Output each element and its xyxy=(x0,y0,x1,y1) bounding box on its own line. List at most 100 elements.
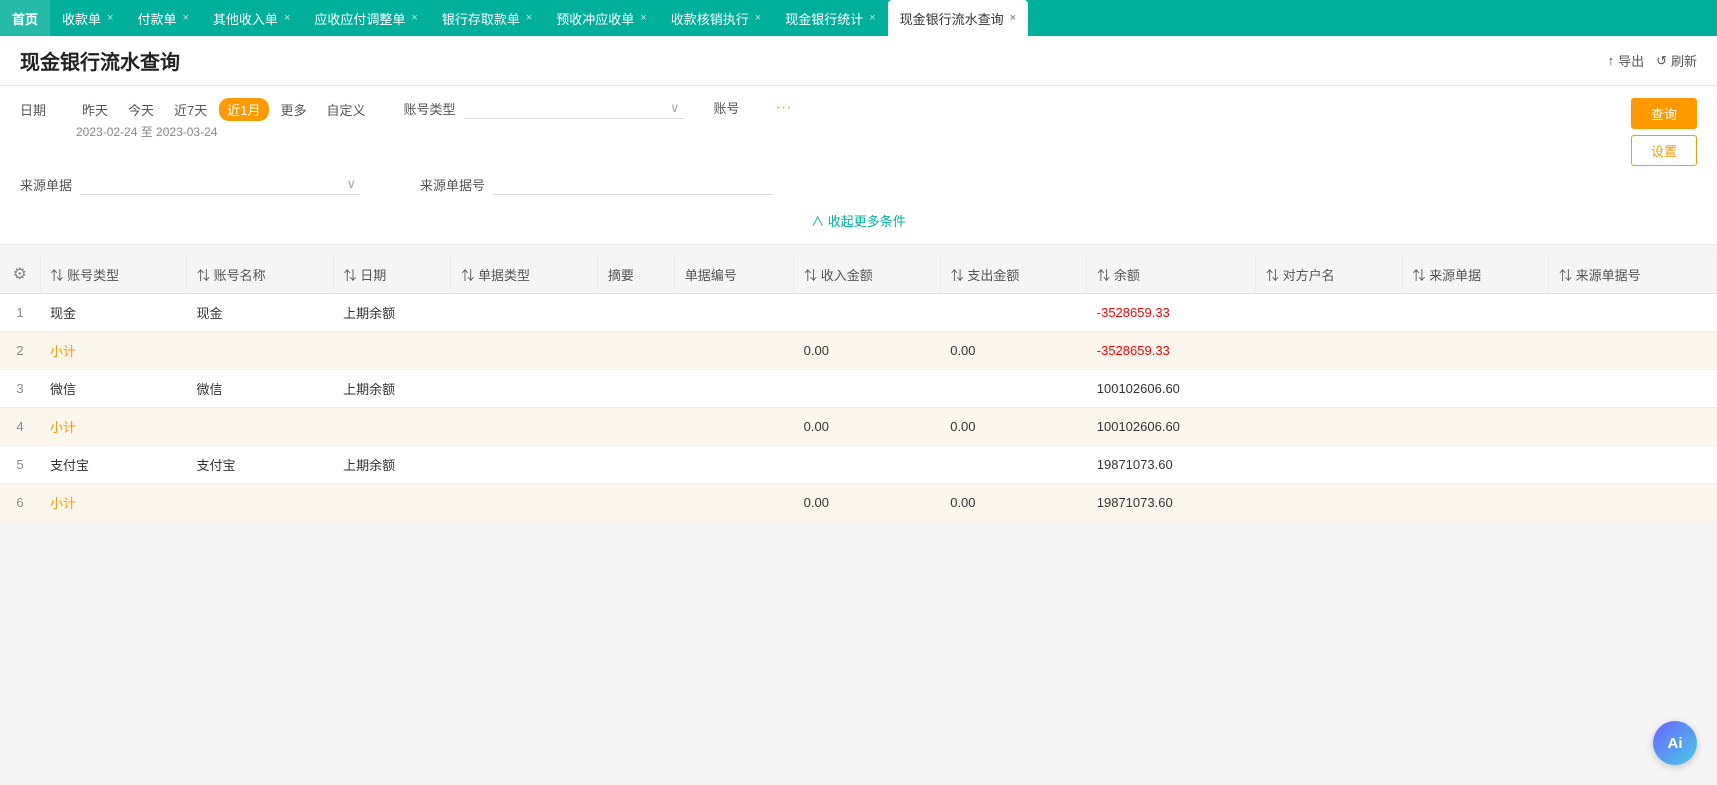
ai-badge-button[interactable]: Ai xyxy=(1653,721,1697,765)
nav-other-income-label: 其他收入单 xyxy=(213,9,278,28)
nav-item-cash-stats[interactable]: 现金银行统计 × xyxy=(773,0,887,36)
nav-prepay-close[interactable]: × xyxy=(640,12,646,24)
table-cell xyxy=(794,446,941,484)
table-cell xyxy=(451,408,598,446)
table-cell: 小计 xyxy=(40,332,187,370)
th-account-type[interactable]: ⇅ 账号类型 xyxy=(40,255,187,294)
source-doc-no-label: 来源单据号 xyxy=(420,175,485,194)
table-cell: 现金 xyxy=(187,294,334,332)
nav-item-ar-ap-adjust[interactable]: 应收应付调整单 × xyxy=(302,0,429,36)
th-settings[interactable]: ⚙ xyxy=(0,255,40,294)
table-cell xyxy=(597,484,674,522)
query-button[interactable]: 查询 xyxy=(1631,98,1697,129)
account-type-select[interactable]: ∨ xyxy=(464,98,684,119)
export-button[interactable]: ↑ 导出 xyxy=(1608,51,1645,70)
nav-item-bank-deposit[interactable]: 银行存取款单 × xyxy=(430,0,544,36)
nav-receipt-close[interactable]: × xyxy=(107,12,113,24)
table-cell: 上期余额 xyxy=(333,446,451,484)
date-opt-custom[interactable]: 自定义 xyxy=(319,98,374,121)
nav-cash-flow-label: 现金银行流水查询 xyxy=(900,9,1004,28)
table-cell: 微信 xyxy=(40,370,187,408)
th-summary-label: 摘要 xyxy=(608,268,634,283)
account-type-label: 账号类型 xyxy=(404,99,456,118)
date-opt-7days[interactable]: 近7天 xyxy=(166,98,215,121)
nav-cash-flow-close[interactable]: × xyxy=(1010,12,1016,24)
table-cell: 100102606.60 xyxy=(1087,408,1256,446)
table-cell: 0.00 xyxy=(794,332,941,370)
nav-item-home[interactable]: 首页 xyxy=(0,0,50,36)
nav-bank-deposit-close[interactable]: × xyxy=(526,12,532,24)
table-cell: 19871073.60 xyxy=(1087,446,1256,484)
nav-payment-close[interactable]: × xyxy=(182,12,188,24)
table-cell xyxy=(451,484,598,522)
table-cell xyxy=(597,332,674,370)
table-cell xyxy=(187,408,334,446)
nav-item-prepay[interactable]: 预收冲应收单 × xyxy=(544,0,658,36)
refresh-button[interactable]: ↺ 刷新 xyxy=(1656,51,1697,70)
table-cell xyxy=(1402,294,1549,332)
table-cell xyxy=(597,446,674,484)
th-source-doc-no-label: ⇅ 来源单据号 xyxy=(1559,268,1641,283)
nav-cash-stats-close[interactable]: × xyxy=(869,12,875,24)
date-opt-more[interactable]: 更多 xyxy=(273,98,315,121)
nav-cash-stats-label: 现金银行统计 xyxy=(785,9,863,28)
th-counterparty[interactable]: ⇅ 对方户名 xyxy=(1255,255,1402,294)
page-title: 现金银行流水查询 xyxy=(20,46,180,75)
date-opt-1month[interactable]: 近1月 xyxy=(219,98,268,121)
th-income-label: ⇅ 收入金额 xyxy=(804,268,873,283)
settings-button[interactable]: 设置 xyxy=(1631,135,1697,166)
table-cell xyxy=(451,446,598,484)
table-cell xyxy=(1549,332,1717,370)
table-row: 4小计0.000.00100102606.60 xyxy=(0,408,1717,446)
table-settings-icon[interactable]: ⚙ xyxy=(13,266,27,283)
th-account-name[interactable]: ⇅ 账号名称 xyxy=(187,255,334,294)
source-doc-no-input[interactable] xyxy=(493,175,773,195)
nav-item-receipt[interactable]: 收款单 × xyxy=(50,0,125,36)
nav-write-off-close[interactable]: × xyxy=(755,12,761,24)
th-date[interactable]: ⇅ 日期 xyxy=(333,255,451,294)
nav-item-write-off[interactable]: 收款核销执行 × xyxy=(659,0,773,36)
th-balance[interactable]: ⇅ 余额 xyxy=(1087,255,1256,294)
table-row: 5支付宝支付宝上期余额19871073.60 xyxy=(0,446,1717,484)
table-cell xyxy=(674,294,793,332)
nav-prepay-label: 预收冲应收单 xyxy=(556,9,634,28)
th-expense[interactable]: ⇅ 支出金额 xyxy=(940,255,1087,294)
table-cell: 0.00 xyxy=(940,408,1087,446)
date-opt-today[interactable]: 今天 xyxy=(120,98,162,121)
table-cell xyxy=(451,370,598,408)
nav-item-other-income[interactable]: 其他收入单 × xyxy=(201,0,302,36)
nav-payment-label: 付款单 xyxy=(137,9,176,28)
nav-other-income-close[interactable]: × xyxy=(284,12,290,24)
th-source-doc[interactable]: ⇅ 来源单据 xyxy=(1402,255,1549,294)
collapse-bar[interactable]: ∧ 收起更多条件 xyxy=(20,207,1697,234)
table-cell xyxy=(940,294,1087,332)
table-cell xyxy=(1549,370,1717,408)
account-dots-button[interactable]: ··· xyxy=(772,99,796,117)
table-cell xyxy=(1402,408,1549,446)
table-cell xyxy=(674,370,793,408)
table-cell xyxy=(1402,332,1549,370)
table-cell xyxy=(674,484,793,522)
table-cell xyxy=(674,408,793,446)
source-doc-filter: 来源单据 ∨ xyxy=(20,174,360,195)
date-opt-yesterday[interactable]: 昨天 xyxy=(74,98,116,121)
th-income[interactable]: ⇅ 收入金额 xyxy=(794,255,941,294)
source-doc-select[interactable]: ∨ xyxy=(80,174,360,195)
table-cell xyxy=(1255,446,1402,484)
account-filter: 账号 ··· xyxy=(714,98,796,117)
table-cell xyxy=(1549,408,1717,446)
nav-ar-ap-close[interactable]: × xyxy=(411,12,417,24)
table-cell xyxy=(940,370,1087,408)
table-cell xyxy=(1255,484,1402,522)
table-row: 3微信微信上期余额100102606.60 xyxy=(0,370,1717,408)
table-cell xyxy=(1255,332,1402,370)
nav-item-cash-flow[interactable]: 现金银行流水查询 × xyxy=(888,0,1028,36)
table-cell: 19871073.60 xyxy=(1087,484,1256,522)
table-cell: 上期余额 xyxy=(333,294,451,332)
nav-item-payment[interactable]: 付款单 × xyxy=(125,0,200,36)
th-counterparty-label: ⇅ 对方户名 xyxy=(1266,268,1335,283)
table-cell: 1 xyxy=(0,294,40,332)
th-source-doc-no[interactable]: ⇅ 来源单据号 xyxy=(1549,255,1717,294)
table-cell: -3528659.33 xyxy=(1087,294,1256,332)
th-doc-type: ⇅ 单据类型 xyxy=(451,255,598,294)
